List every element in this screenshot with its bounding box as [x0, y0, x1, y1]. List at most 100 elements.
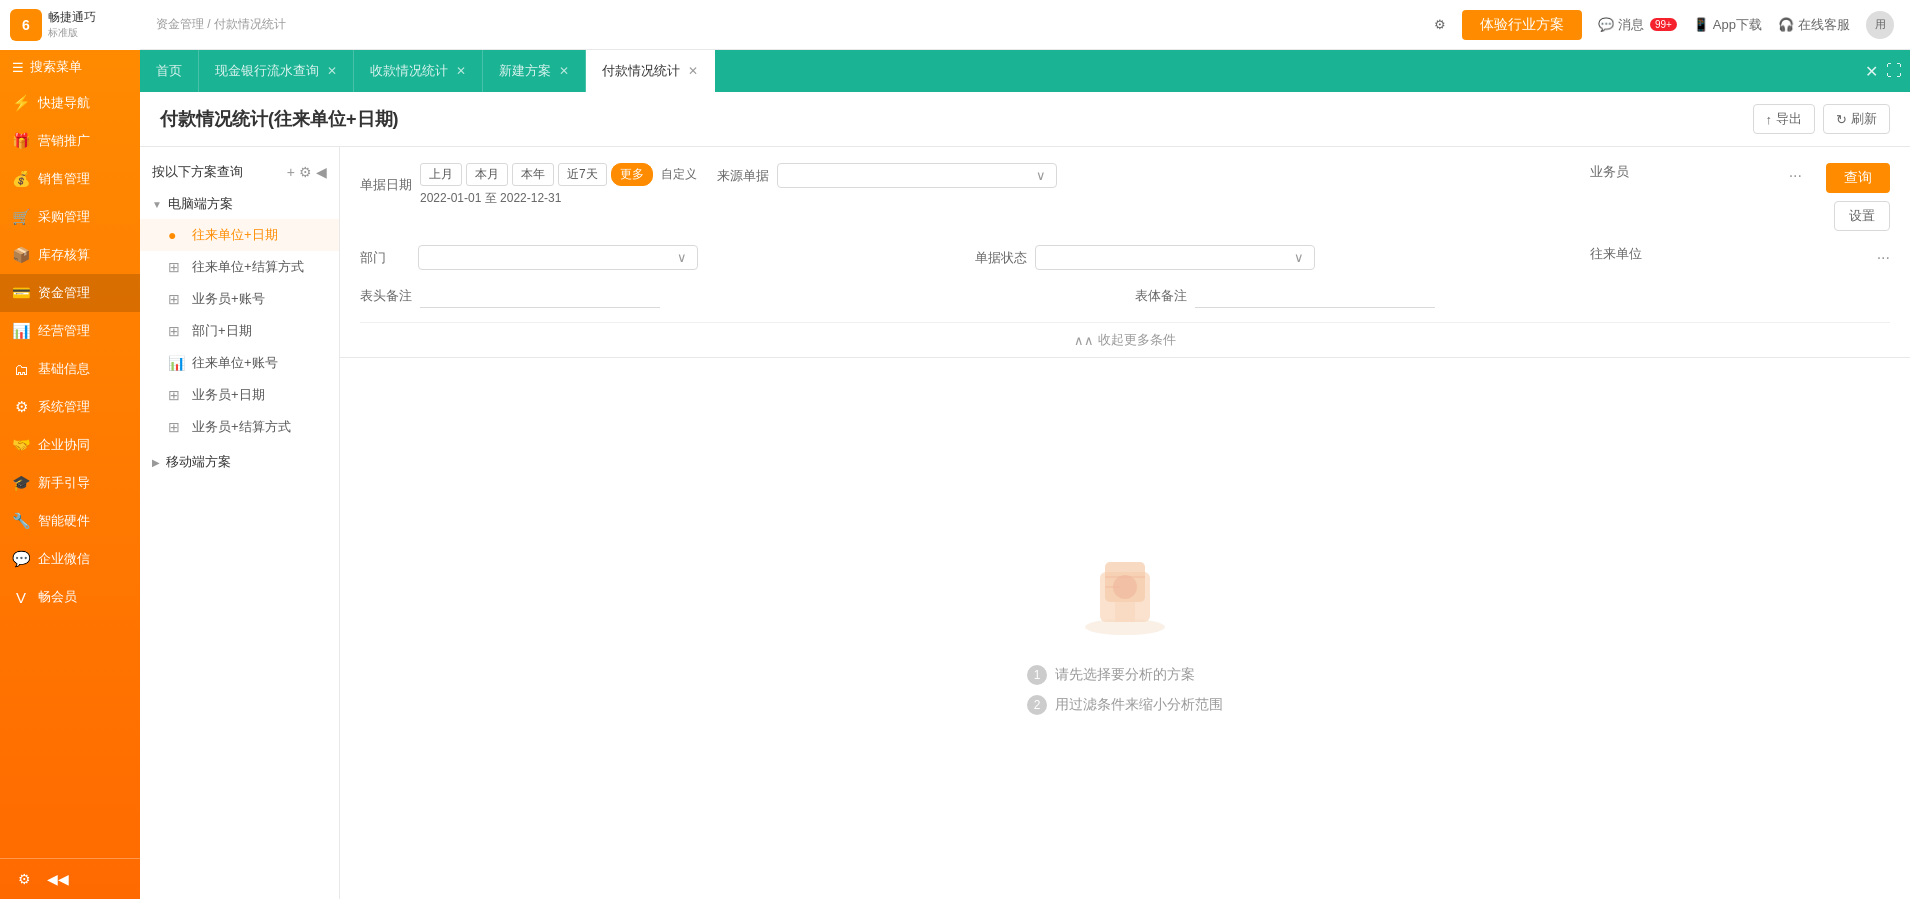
- header-actions: ⚙ 体验行业方案 💬 消息 99+ 📱 App下载 🎧 在线客服 用: [1434, 10, 1894, 40]
- tab-home[interactable]: 首页: [140, 50, 199, 92]
- filter-row-1: 单据日期 上月 本月 本年 近7天 更多 自定义 20: [360, 163, 1890, 231]
- settings-button[interactable]: ⚙: [1434, 17, 1446, 32]
- partner-label: 往来单位: [1590, 245, 1642, 263]
- user-avatar[interactable]: 用: [1866, 11, 1894, 39]
- filter-bill-status-item: 单据状态 ∨: [975, 245, 1570, 270]
- date-btn-last-month[interactable]: 上月: [420, 163, 462, 186]
- sidebar-item-member[interactable]: V 畅会员: [0, 578, 140, 616]
- sidebar-item-sales[interactable]: 💰 销售管理: [0, 160, 140, 198]
- tab-maximize-icon[interactable]: ⛶: [1886, 62, 1902, 80]
- scheme-grid-icon-1: ⊞: [168, 259, 184, 275]
- sidebar-item-operation[interactable]: 📊 经营管理: [0, 312, 140, 350]
- filter-area: 单据日期 上月 本月 本年 近7天 更多 自定义 20: [340, 147, 1910, 358]
- empty-tip-2: 2 用过滤条件来缩小分析范围: [1027, 695, 1223, 715]
- page-header: 付款情况统计(往来单位+日期) ↑ 导出 ↻ 刷新: [140, 92, 1910, 147]
- filter-settings-button[interactable]: 设置: [1834, 201, 1890, 231]
- salesperson-dots[interactable]: ...: [1778, 163, 1802, 181]
- sidebar-bottom: ⚙ ◀◀: [0, 858, 140, 899]
- search-menu-item[interactable]: ☰ 搜索菜单: [0, 50, 140, 84]
- panel-settings-icon[interactable]: ⚙: [299, 164, 312, 180]
- filter-source-item: 来源单据 ∨: [717, 163, 1570, 188]
- message-icon: 💬: [1598, 17, 1614, 32]
- sidebar-collapse-btn[interactable]: ◀◀: [41, 867, 75, 891]
- scheme-item-salesperson-account[interactable]: ⊞ 业务员+账号: [140, 283, 339, 315]
- export-icon: ↑: [1766, 112, 1773, 127]
- purchase-icon: 🛒: [12, 208, 30, 226]
- sidebar-item-system[interactable]: ⚙ 系统管理: [0, 388, 140, 426]
- empty-state: 1 请先选择要分析的方案 2 用过滤条件来缩小分析范围: [340, 358, 1910, 899]
- sidebar-item-finance[interactable]: 💳 资金管理: [0, 274, 140, 312]
- scheme-item-partner-settlement[interactable]: ⊞ 往来单位+结算方式: [140, 251, 339, 283]
- date-btn-this-year[interactable]: 本年: [512, 163, 554, 186]
- empty-tips: 1 请先选择要分析的方案 2 用过滤条件来缩小分析范围: [1027, 665, 1223, 715]
- dept-select[interactable]: ∨: [418, 245, 698, 270]
- tab-close-all-icon[interactable]: ✕: [1865, 62, 1878, 81]
- salesperson-label: 业务员: [1590, 163, 1640, 181]
- sidebar-item-inventory[interactable]: 📦 库存核算: [0, 236, 140, 274]
- scheme-item-salesperson-date[interactable]: ⊞ 业务员+日期: [140, 379, 339, 411]
- main-content: 资金管理 / 付款情况统计 ⚙ 体验行业方案 💬 消息 99+ 📱 App下载 …: [140, 0, 1910, 899]
- sidebar-settings-btn[interactable]: ⚙: [12, 867, 37, 891]
- filter-row-3: 表头备注 表体备注: [360, 284, 1890, 308]
- enterprise-icon: 🤝: [12, 436, 30, 454]
- sidebar-item-newbie[interactable]: 🎓 新手引导: [0, 464, 140, 502]
- partner-dots[interactable]: ...: [1866, 245, 1890, 263]
- tip-num-2: 2: [1027, 695, 1047, 715]
- tab-bank-flow-close[interactable]: ✕: [327, 64, 337, 78]
- dept-chevron-icon: ∨: [677, 250, 687, 265]
- scheme-item-salesperson-settlement[interactable]: ⊞ 业务员+结算方式: [140, 411, 339, 443]
- try-industry-button[interactable]: 体验行业方案: [1462, 10, 1582, 40]
- collapse-bar[interactable]: ∧∧ 收起更多条件: [360, 322, 1890, 357]
- query-button[interactable]: 查询: [1826, 163, 1890, 193]
- refresh-button[interactable]: ↻ 刷新: [1823, 104, 1890, 134]
- sidebar-item-marketing[interactable]: 🎁 营销推广: [0, 122, 140, 160]
- quick-nav-icon: ⚡: [12, 94, 30, 112]
- tab-payment-stats-close[interactable]: ✕: [688, 64, 698, 78]
- sidebar-item-enterprise[interactable]: 🤝 企业协同: [0, 426, 140, 464]
- scheme-group-mobile-title[interactable]: ▶ 移动端方案: [140, 447, 339, 477]
- tab-payment-stats[interactable]: 付款情况统计 ✕: [586, 50, 715, 92]
- notification-button[interactable]: 💬 消息 99+: [1598, 16, 1677, 34]
- date-btn-7days[interactable]: 近7天: [558, 163, 607, 186]
- tab-receipt-stats-close[interactable]: ✕: [456, 64, 466, 78]
- scheme-item-partner-date[interactable]: ● 往来单位+日期: [140, 219, 339, 251]
- tab-bank-flow[interactable]: 现金银行流水查询 ✕: [199, 50, 354, 92]
- sidebar-item-purchase[interactable]: 🛒 采购管理: [0, 198, 140, 236]
- app-download-button[interactable]: 📱 App下载: [1693, 16, 1762, 34]
- tab-new-scheme-close[interactable]: ✕: [559, 64, 569, 78]
- bill-status-select[interactable]: ∨: [1035, 245, 1315, 270]
- panel-header: 按以下方案查询 + ⚙ ◀: [140, 159, 339, 189]
- notification-badge: 99+: [1650, 18, 1677, 31]
- online-service-button[interactable]: 🎧 在线客服: [1778, 16, 1850, 34]
- body-note-input[interactable]: [1195, 284, 1435, 308]
- sidebar-item-smart-hw[interactable]: 🔧 智能硬件: [0, 502, 140, 540]
- source-chevron-icon: ∨: [1036, 168, 1046, 183]
- scheme-item-partner-account[interactable]: 📊 往来单位+账号: [140, 347, 339, 379]
- panel-add-icon[interactable]: +: [287, 164, 295, 180]
- empty-illustration: [1065, 542, 1185, 645]
- source-select[interactable]: ∨: [777, 163, 1057, 188]
- header-note-input[interactable]: [420, 284, 660, 308]
- panel-collapse-icon[interactable]: ◀: [316, 164, 327, 180]
- filter-salesperson-item: 业务员 ... 查询 设置: [1590, 163, 1890, 231]
- export-button[interactable]: ↑ 导出: [1753, 104, 1816, 134]
- scheme-item-dept-date[interactable]: ⊞ 部门+日期: [140, 315, 339, 347]
- basic-info-icon: 🗂: [12, 360, 30, 378]
- finance-icon: 💳: [12, 284, 30, 302]
- date-btn-this-month[interactable]: 本月: [466, 163, 508, 186]
- tab-new-scheme[interactable]: 新建方案 ✕: [483, 50, 586, 92]
- right-content: 单据日期 上月 本月 本年 近7天 更多 自定义 20: [340, 147, 1910, 899]
- sidebar-item-quick-nav[interactable]: ⚡ 快捷导航: [0, 84, 140, 122]
- filter-header-note-item: 表头备注: [360, 284, 1115, 308]
- scheme-arrow-down: ▼: [152, 199, 162, 210]
- logo-icon: 6: [10, 9, 42, 41]
- operation-icon: 📊: [12, 322, 30, 340]
- scheme-active-icon: ●: [168, 227, 184, 243]
- scheme-group-desktop-title[interactable]: ▼ 电脑端方案: [140, 189, 339, 219]
- sidebar-item-enterprise-wx[interactable]: 💬 企业微信: [0, 540, 140, 578]
- date-btn-more[interactable]: 更多: [611, 163, 653, 186]
- tab-receipt-stats[interactable]: 收款情况统计 ✕: [354, 50, 483, 92]
- download-icon: 📱: [1693, 17, 1709, 32]
- system-icon: ⚙: [12, 398, 30, 416]
- sidebar-item-basic-info[interactable]: 🗂 基础信息: [0, 350, 140, 388]
